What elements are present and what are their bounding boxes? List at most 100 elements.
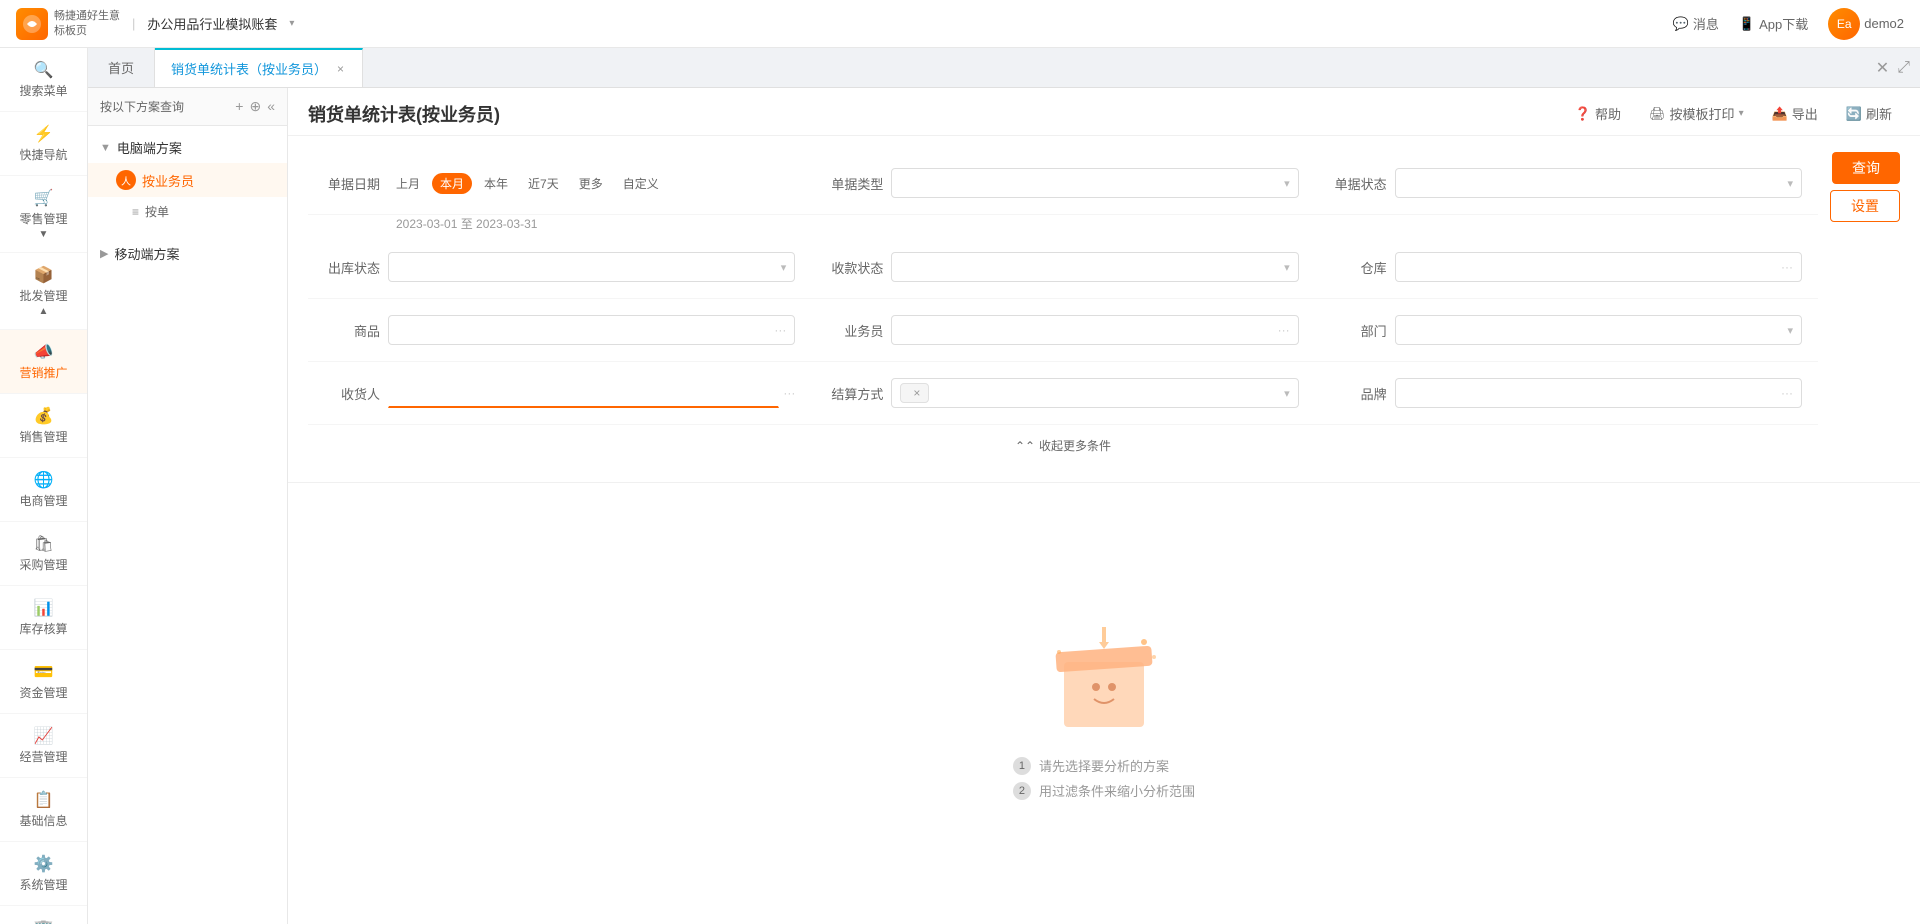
tab-bar: 首页 销货单统计表（按业务员） × ✕ ⤢	[88, 48, 1920, 88]
inventory-icon: 📊	[34, 598, 54, 618]
sidebar-item-search[interactable]: 🔍 搜索菜单	[0, 48, 87, 112]
salesperson-dots: ···	[1278, 323, 1290, 337]
type-label: 单据类型	[827, 174, 883, 193]
type-select[interactable]: ▾	[891, 168, 1298, 198]
warehouse-select[interactable]: ···	[1395, 252, 1802, 282]
date-tab-thisyear[interactable]: 本年	[476, 173, 516, 194]
retail-icon: 🛒	[34, 188, 54, 208]
brand-dots: ···	[1781, 386, 1793, 400]
tab-sales-stats[interactable]: 销货单统计表（按业务员） ×	[155, 48, 363, 87]
window-close-icon[interactable]: ✕	[1876, 58, 1889, 78]
settlement-select[interactable]: × ▾	[891, 378, 1298, 408]
sidebar-item-ecom[interactable]: 🌐 电商管理	[0, 458, 87, 522]
edit-plan-btn[interactable]: ⊕	[249, 98, 261, 115]
goods-select[interactable]: ···	[388, 315, 795, 345]
settlement-label: 结算方式	[827, 384, 883, 403]
sidebar-item-sales[interactable]: 💰 销售管理	[0, 394, 87, 458]
date-tab-7days[interactable]: 近7天	[520, 173, 567, 194]
date-tab-lastmonth[interactable]: 上月	[388, 173, 428, 194]
template-print-btn[interactable]: 🖨 按模板打印 ▾	[1641, 100, 1752, 127]
tab-home[interactable]: 首页	[88, 48, 155, 87]
step-1-num: 1	[1013, 757, 1031, 775]
salesperson-control: ···	[891, 315, 1298, 345]
empty-step-2: 2 用过滤条件来缩小分析范围	[1013, 781, 1195, 800]
tab-actions: ✕ ⤢	[1866, 48, 1920, 87]
department-select[interactable]: ▾	[1395, 315, 1802, 345]
sidebar-item-operation[interactable]: 📈 经营管理	[0, 714, 87, 778]
main-layout: 🔍 搜索菜单 ⚡ 快捷导航 🛒 零售管理 ▼ 📦 批发管理 ▲ 📣 营销推广 💰…	[0, 48, 1920, 924]
company-name[interactable]: 办公用品行业模拟账套	[147, 14, 277, 33]
page-title: 销货单统计表(按业务员)	[308, 101, 500, 127]
sidebar-item-wholesale[interactable]: 📦 批发管理 ▲	[0, 253, 87, 330]
operation-icon: 📈	[34, 726, 54, 746]
logo-icon	[16, 8, 48, 40]
export-btn[interactable]: 📤 导出	[1764, 100, 1826, 127]
goods-control: ···	[388, 315, 795, 345]
goods-dots: ···	[774, 323, 786, 337]
refresh-icon: 🔄	[1846, 106, 1862, 122]
setting-button[interactable]: 设置	[1830, 190, 1900, 222]
app-download-action[interactable]: 📱 App下载	[1739, 14, 1808, 33]
add-plan-btn[interactable]: +	[235, 98, 243, 115]
collapse-more-btn[interactable]: ⌃⌃ 收起更多条件	[308, 433, 1818, 458]
department-label: 部门	[1331, 321, 1387, 340]
status-select[interactable]: ▾	[1395, 168, 1802, 198]
sidebar-item-retail[interactable]: 🛒 零售管理 ▼	[0, 176, 87, 253]
query-button[interactable]: 查询	[1832, 152, 1900, 184]
brand-select[interactable]: ···	[1395, 378, 1802, 408]
plan-item-by-salesperson[interactable]: 人 按业务员	[88, 163, 287, 197]
receiptstatus-select[interactable]: ▾	[891, 252, 1298, 282]
quicknav-icon: ⚡	[34, 124, 54, 144]
wholesale-expand-icon: ▲	[39, 306, 49, 317]
outstatus-select[interactable]: ▾	[388, 252, 795, 282]
content-area: 首页 销货单统计表（按业务员） × ✕ ⤢ 按以下方案查询 + ⊕ «	[88, 48, 1920, 924]
wholesale-icon: 📦	[34, 265, 54, 285]
help-btn[interactable]: ❓ 帮助	[1567, 100, 1629, 127]
left-panel-header: 按以下方案查询 + ⊕ «	[88, 88, 287, 126]
sidebar-item-inventory[interactable]: 📊 库存核算	[0, 586, 87, 650]
type-chevron: ▾	[1284, 177, 1290, 190]
filter-row-4: 收货人 ··· 结算方式	[308, 362, 1818, 425]
sidebar-item-basic[interactable]: 📋 基础信息	[0, 778, 87, 842]
sales-icon: 💰	[34, 406, 54, 426]
sidebar-item-marketing[interactable]: 📣 营销推广	[0, 330, 87, 394]
collapse-btn-area: ⌃⌃ 收起更多条件	[308, 425, 1818, 466]
window-maximize-icon[interactable]: ⤢	[1897, 59, 1910, 77]
filter-row-2: 出库状态 ▾ 收款状态	[308, 236, 1818, 299]
brand-control: ···	[1395, 378, 1802, 408]
sidebar-item-enterprise[interactable]: 🏢 企业协同	[0, 906, 87, 924]
department-control: ▾	[1395, 315, 1802, 345]
message-action[interactable]: 💬 消息	[1673, 14, 1719, 33]
collapse-panel-btn[interactable]: «	[267, 98, 275, 115]
user-action[interactable]: Ea demo2	[1828, 8, 1904, 40]
filter-cell-salesperson: 业务员 ···	[811, 309, 1314, 351]
salesperson-select[interactable]: ···	[891, 315, 1298, 345]
refresh-btn[interactable]: 🔄 刷新	[1838, 100, 1900, 127]
retail-expand-icon: ▼	[39, 229, 49, 240]
pc-plan-group-header[interactable]: ▼ 电脑端方案	[88, 132, 287, 163]
sidebar-item-system[interactable]: ⚙️ 系统管理	[0, 842, 87, 906]
filter-cell-status: 单据状态 ▾	[1315, 162, 1818, 204]
settlement-tag-close[interactable]: ×	[913, 386, 920, 400]
sidebar-item-purchase[interactable]: 🛍 采购管理	[0, 522, 87, 586]
tab-close-btn[interactable]: ×	[335, 60, 346, 78]
message-icon: 💬	[1673, 16, 1689, 32]
type-control: ▾	[891, 168, 1298, 198]
date-tab-custom[interactable]: 自定义	[615, 173, 667, 194]
settlement-chevron: ▾	[1284, 387, 1290, 400]
plan-sub-item-by-order[interactable]: ≡ 按单	[88, 197, 287, 226]
filter-area: 单据日期 上月 本月 本年 近7天 更多 自定义	[288, 136, 1920, 483]
tab-label: 销货单统计表（按业务员）	[171, 59, 327, 78]
outstatus-control: ▾	[388, 252, 795, 282]
date-tab-more[interactable]: 更多	[571, 173, 611, 194]
header-right: 💬 消息 📱 App下载 Ea demo2	[1673, 8, 1904, 40]
consignee-input[interactable]	[388, 378, 779, 408]
system-icon: ⚙️	[34, 854, 54, 874]
company-dropdown-arrow[interactable]: ▾	[289, 18, 294, 29]
settlement-control: × ▾	[891, 378, 1298, 408]
sidebar-item-quicknav[interactable]: ⚡ 快捷导航	[0, 112, 87, 176]
date-tab-thismonth[interactable]: 本月	[432, 173, 472, 194]
mobile-group-header[interactable]: ▶ 移动端方案	[88, 238, 287, 269]
date-tabs: 上月 本月 本年 近7天 更多 自定义	[388, 173, 667, 194]
sidebar-item-finance[interactable]: 💳 资金管理	[0, 650, 87, 714]
